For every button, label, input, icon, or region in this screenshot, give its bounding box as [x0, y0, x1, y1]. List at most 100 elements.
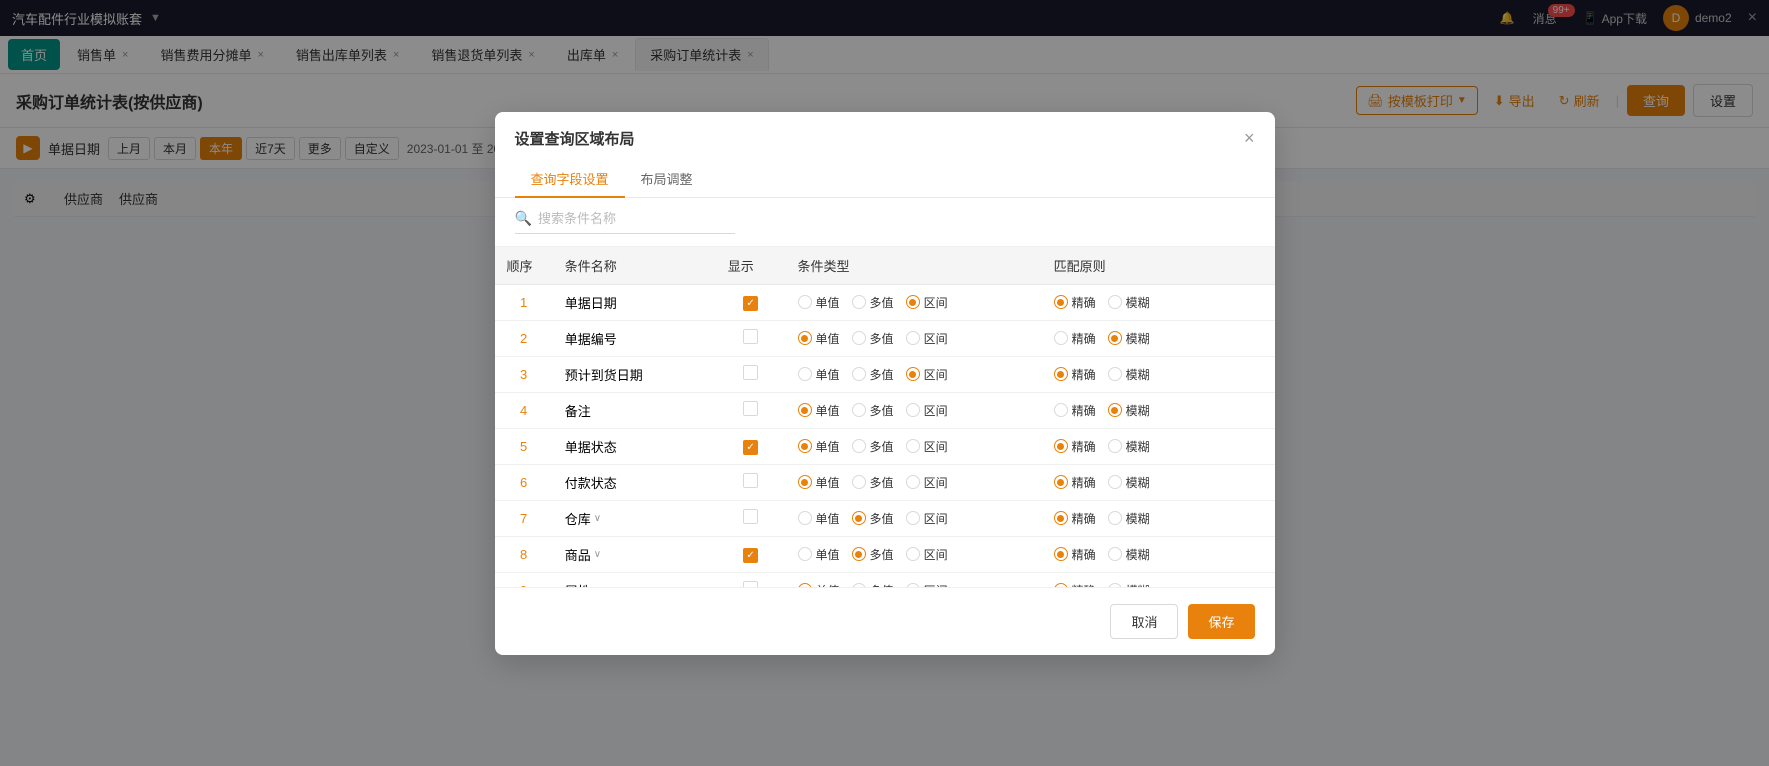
row-display: [716, 464, 786, 500]
row-display-checkbox[interactable]: [743, 365, 758, 380]
radio-circle-多值: [852, 511, 866, 525]
radio-circle-区间: [906, 439, 920, 453]
th-order: 顺序: [495, 247, 553, 285]
match-radio-group: 精确 模糊: [1054, 366, 1263, 383]
table-row: 2 单据编号 单值 多值 区间 精确 模糊: [495, 320, 1275, 356]
radio-match-精确-row2[interactable]: 精确: [1054, 366, 1096, 383]
expand-icon[interactable]: ∨: [594, 549, 601, 560]
radio-type-区间-row3[interactable]: 区间: [906, 402, 948, 419]
search-input[interactable]: [538, 211, 718, 226]
save-button[interactable]: 保存: [1188, 604, 1254, 639]
radio-match-模糊-row1[interactable]: 模糊: [1108, 330, 1150, 347]
radio-match-模糊-row5[interactable]: 模糊: [1108, 474, 1150, 491]
radio-circle-模糊: [1108, 475, 1122, 489]
row-display-checkbox[interactable]: [743, 296, 758, 311]
radio-circle-多值: [852, 331, 866, 345]
radio-circle-单值: [798, 403, 812, 417]
radio-circle-单值: [798, 331, 812, 345]
radio-type-多值-row2[interactable]: 多值: [852, 366, 894, 383]
radio-type-区间-row4[interactable]: 区间: [906, 438, 948, 455]
table-row: 1 单据日期 单值 多值 区间 精确 模糊: [495, 284, 1275, 320]
radio-type-多值-row1[interactable]: 多值: [852, 330, 894, 347]
radio-type-单值-row3[interactable]: 单值: [798, 402, 840, 419]
radio-match-模糊-row4[interactable]: 模糊: [1108, 438, 1150, 455]
radio-type-单值-row4[interactable]: 单值: [798, 438, 840, 455]
radio-type-单值-row2[interactable]: 单值: [798, 366, 840, 383]
radio-match-精确-row1[interactable]: 精确: [1054, 330, 1096, 347]
row-display-checkbox[interactable]: [743, 440, 758, 455]
row-display-checkbox[interactable]: [743, 473, 758, 488]
match-radio-group: 精确 模糊: [1054, 402, 1263, 419]
radio-type-区间-row2[interactable]: 区间: [906, 366, 948, 383]
row-display-checkbox[interactable]: [743, 548, 758, 563]
modal-tab-layout[interactable]: 布局调整: [625, 161, 709, 198]
radio-type-单值-row7[interactable]: 单值: [798, 546, 840, 563]
radio-match-精确-row7[interactable]: 精确: [1054, 546, 1096, 563]
row-order: 6: [495, 464, 553, 500]
radio-type-多值-row4[interactable]: 多值: [852, 438, 894, 455]
search-box: 🔍: [515, 210, 735, 234]
type-radio-group: 单值 多值 区间: [798, 474, 1030, 491]
radio-type-单值-row0[interactable]: 单值: [798, 294, 840, 311]
th-type: 条件类型: [786, 247, 1042, 285]
radio-match-模糊-row0[interactable]: 模糊: [1108, 294, 1150, 311]
radio-type-区间-row5[interactable]: 区间: [906, 474, 948, 491]
modal-close-btn[interactable]: ×: [1244, 128, 1255, 149]
radio-match-模糊-row2[interactable]: 模糊: [1108, 366, 1150, 383]
radio-match-精确-row6[interactable]: 精确: [1054, 510, 1096, 527]
radio-type-多值-row3[interactable]: 多值: [852, 402, 894, 419]
row-type: 单值 多值 区间: [786, 572, 1042, 587]
type-radio-group: 单值 多值 区间: [798, 546, 1030, 563]
config-table: 顺序 条件名称 显示 条件类型 匹配原则 1 单据日期 单值: [495, 247, 1275, 587]
radio-match-精确-row0[interactable]: 精确: [1054, 294, 1096, 311]
radio-circle-单值: [798, 511, 812, 525]
radio-type-多值-row6[interactable]: 多值: [852, 510, 894, 527]
cancel-button[interactable]: 取消: [1110, 604, 1178, 639]
radio-circle-精确: [1054, 511, 1068, 525]
radio-circle-区间: [906, 331, 920, 345]
row-order: 1: [495, 284, 553, 320]
modal-tab-query-fields[interactable]: 查询字段设置: [515, 161, 625, 198]
radio-match-模糊-row6[interactable]: 模糊: [1108, 510, 1150, 527]
radio-type-单值-row5[interactable]: 单值: [798, 474, 840, 491]
type-radio-group: 单值 多值 区间: [798, 438, 1030, 455]
row-name: 单据日期: [553, 284, 716, 320]
radio-type-单值-row6[interactable]: 单值: [798, 510, 840, 527]
row-display-checkbox[interactable]: [743, 509, 758, 524]
radio-match-精确-row5[interactable]: 精确: [1054, 474, 1096, 491]
radio-type-区间-row0[interactable]: 区间: [906, 294, 948, 311]
row-display-checkbox[interactable]: [743, 401, 758, 416]
row-display: [716, 536, 786, 572]
radio-circle-精确: [1054, 367, 1068, 381]
row-type: 单值 多值 区间: [786, 464, 1042, 500]
row-name: 单据状态: [553, 428, 716, 464]
row-match: 精确 模糊: [1042, 392, 1275, 428]
row-order: 8: [495, 536, 553, 572]
radio-type-区间-row6[interactable]: 区间: [906, 510, 948, 527]
radio-type-区间-row7[interactable]: 区间: [906, 546, 948, 563]
radio-type-多值-row0[interactable]: 多值: [852, 294, 894, 311]
radio-type-多值-row7[interactable]: 多值: [852, 546, 894, 563]
radio-circle-多值: [852, 439, 866, 453]
row-type: 单值 多值 区间: [786, 500, 1042, 536]
radio-type-单值-row1[interactable]: 单值: [798, 330, 840, 347]
table-row: 5 单据状态 单值 多值 区间 精确 模糊: [495, 428, 1275, 464]
radio-circle-模糊: [1108, 547, 1122, 561]
radio-match-精确-row3[interactable]: 精确: [1054, 402, 1096, 419]
expand-icon[interactable]: ∨: [594, 513, 601, 524]
row-display-checkbox[interactable]: [743, 329, 758, 344]
table-row: 3 预计到货日期 单值 多值 区间 精确 模糊: [495, 356, 1275, 392]
radio-circle-模糊: [1108, 367, 1122, 381]
th-name: 条件名称: [553, 247, 716, 285]
table-row: 4 备注 单值 多值 区间 精确 模糊: [495, 392, 1275, 428]
radio-circle-区间: [906, 367, 920, 381]
radio-circle-模糊: [1108, 439, 1122, 453]
modal-overlay[interactable]: 设置查询区域布局 × 查询字段设置 布局调整 🔍 顺序: [0, 0, 1769, 766]
radio-circle-精确: [1054, 547, 1068, 561]
radio-type-区间-row1[interactable]: 区间: [906, 330, 948, 347]
radio-type-多值-row5[interactable]: 多值: [852, 474, 894, 491]
table-row: 7 仓库∨ 单值 多值 区间 精确 模糊: [495, 500, 1275, 536]
radio-match-精确-row4[interactable]: 精确: [1054, 438, 1096, 455]
radio-match-模糊-row3[interactable]: 模糊: [1108, 402, 1150, 419]
radio-match-模糊-row7[interactable]: 模糊: [1108, 546, 1150, 563]
